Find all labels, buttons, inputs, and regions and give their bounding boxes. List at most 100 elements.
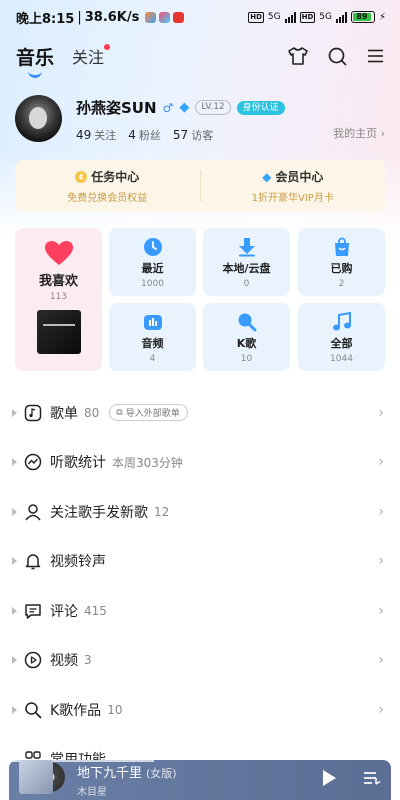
list-item-karaoke-works[interactable]: K歌作品 10 ›	[0, 685, 400, 735]
library-grid: 我喜欢 113 最近 1000 本地/云盘 0 已购 2 音频 4 K歌 10 …	[15, 228, 385, 371]
list-item-listening-stats[interactable]: 听歌统计 本周303分钟 ›	[0, 438, 400, 488]
player-controls	[321, 769, 381, 791]
search-icon	[328, 47, 347, 65]
tile-karaoke-count: 10	[240, 354, 253, 364]
expand-triangle-icon[interactable]	[12, 408, 17, 417]
vip-center[interactable]: ◆ 会员中心 1折开豪华VIP月卡	[201, 160, 386, 212]
hd-icon-2: HD	[299, 11, 316, 23]
audio-icon	[143, 315, 162, 330]
shopping-bag-icon	[334, 237, 349, 256]
list-item-meta: 80	[84, 405, 100, 420]
chevron-right-icon: ›	[378, 454, 384, 471]
search-button[interactable]	[328, 47, 347, 66]
chevron-right-icon: ›	[378, 404, 384, 421]
hd-icon: HD	[248, 11, 264, 23]
stat-follow[interactable]: 49 关注	[76, 127, 116, 143]
list-item-playlists[interactable]: 歌单 80 ⧉ 导入外部歌单 ›	[0, 388, 400, 438]
expand-triangle-icon[interactable]	[12, 705, 17, 714]
net-label-1: 5G	[267, 12, 281, 22]
tile-karaoke-label: K歌	[236, 337, 257, 350]
top-header: 音乐 关注	[0, 38, 400, 78]
list-item-video-ringtone[interactable]: 视频铃声 ›	[0, 537, 400, 587]
expand-triangle-icon[interactable]	[12, 557, 17, 566]
tab-follow-label: 关注	[72, 48, 105, 67]
profile-section: 孙燕姿SUN ♂ ◆ LV.12 身份认证 49 关注 4 粉丝 57 访客 我的主页…	[15, 95, 385, 147]
male-icon: ♂	[162, 100, 174, 115]
vip-center-subtitle: 1折开豪华VIP月卡	[251, 193, 334, 204]
favorites-album-cover	[36, 310, 81, 354]
expand-triangle-icon[interactable]	[12, 507, 17, 516]
stat-fans[interactable]: 4 粉丝	[128, 127, 161, 143]
now-playing-artist: 木目星	[77, 787, 107, 798]
person-icon	[25, 504, 41, 521]
net-label-2: 5G	[319, 12, 332, 22]
header-actions	[288, 47, 384, 66]
list-item-label: 歌单	[50, 405, 78, 422]
expand-triangle-icon[interactable]	[12, 458, 17, 467]
tile-local-count: 0	[243, 279, 250, 289]
tile-audio[interactable]: 音频 4	[109, 303, 196, 371]
list-item-label: 听歌统计	[50, 455, 106, 472]
tile-local-cloud[interactable]: 本地/云盘 0	[203, 228, 290, 296]
tile-all-count: 1044	[330, 354, 353, 364]
now-playing-info[interactable]: 地下九千里 (女版) 木目星	[77, 762, 177, 798]
task-center[interactable]: ¢ 任务中心 免费兑换会员权益	[15, 160, 200, 212]
comment-icon	[25, 604, 41, 619]
tab-follow[interactable]: 关注	[72, 44, 111, 68]
avatar[interactable]	[15, 95, 62, 142]
download-icon	[238, 238, 255, 257]
signal-icon	[284, 11, 296, 23]
identity-badge[interactable]: 身份认证	[236, 100, 285, 115]
my-homepage-link[interactable]: 我的主页 ›	[333, 125, 385, 141]
favorites-count: 113	[49, 292, 68, 302]
vip-center-title: ◆ 会员中心	[262, 169, 324, 185]
now-playing-artwork[interactable]	[19, 760, 67, 794]
level-badge[interactable]: LV.12	[195, 100, 231, 115]
profile-name[interactable]: 孙燕姿SUN	[76, 97, 157, 118]
playlist-queue-button[interactable]	[363, 770, 381, 790]
task-center-subtitle: 免费兑换会员权益	[67, 193, 148, 204]
list-item-meta: 415	[84, 603, 107, 618]
now-playing-title: 地下九千里 (女版)	[77, 766, 177, 781]
tab-music[interactable]: 音乐	[16, 43, 54, 78]
skin-button[interactable]	[288, 47, 308, 65]
favorites-tile[interactable]: 我喜欢 113	[15, 228, 102, 371]
status-bar: 晚上8:15 | 38.6K/s HD 5G HD 5G 89 ⚡	[0, 0, 400, 34]
list-item-label: 视频铃声	[50, 554, 106, 571]
import-playlist-button[interactable]: ⧉ 导入外部歌单	[109, 404, 188, 422]
menu-button[interactable]	[367, 49, 384, 63]
vip-diamond-icon[interactable]: ◆	[179, 100, 189, 115]
notification-dot	[104, 44, 111, 50]
tile-purchased[interactable]: 已购 2	[298, 228, 385, 296]
playlist-icon	[24, 404, 42, 421]
music-note-icon	[332, 312, 351, 331]
expand-triangle-icon[interactable]	[12, 656, 17, 665]
bell-icon	[25, 554, 41, 570]
charging-icon: ⚡	[378, 11, 386, 23]
video-play-icon	[24, 652, 42, 669]
list-item-label: 视频	[50, 653, 78, 670]
play-button[interactable]	[321, 769, 337, 791]
mini-player[interactable]: 地下九千里 (女版) 木目星	[9, 760, 391, 800]
favorites-label: 我喜欢	[38, 274, 78, 289]
heart-icon	[44, 241, 73, 265]
chevron-right-icon: ›	[378, 503, 384, 520]
list-item-followed-artists[interactable]: 关注歌手发新歌 12 ›	[0, 487, 400, 537]
tile-audio-label: 音频	[141, 337, 164, 350]
tile-recent[interactable]: 最近 1000	[109, 228, 196, 296]
battery-icon: 89	[350, 11, 375, 23]
list-item-comments[interactable]: 评论 415 ›	[0, 586, 400, 636]
status-app-icons	[145, 11, 185, 23]
expand-triangle-icon[interactable]	[12, 606, 17, 615]
import-icon: ⧉	[116, 407, 123, 418]
tile-all[interactable]: 全部 1044	[298, 303, 385, 371]
list-item-label: 关注歌手发新歌	[50, 504, 148, 521]
list-item-videos[interactable]: 视频 3 ›	[0, 636, 400, 686]
profile-name-row: 孙燕姿SUN ♂ ◆ LV.12 身份认证	[76, 97, 385, 118]
tile-karaoke[interactable]: K歌 10	[203, 303, 290, 371]
tile-local-label: 本地/云盘	[222, 262, 271, 275]
menu-icon	[368, 49, 383, 63]
chevron-right-icon: ›	[378, 701, 384, 718]
stat-visitors[interactable]: 57 访客	[173, 127, 213, 143]
stats-icon	[24, 454, 42, 471]
